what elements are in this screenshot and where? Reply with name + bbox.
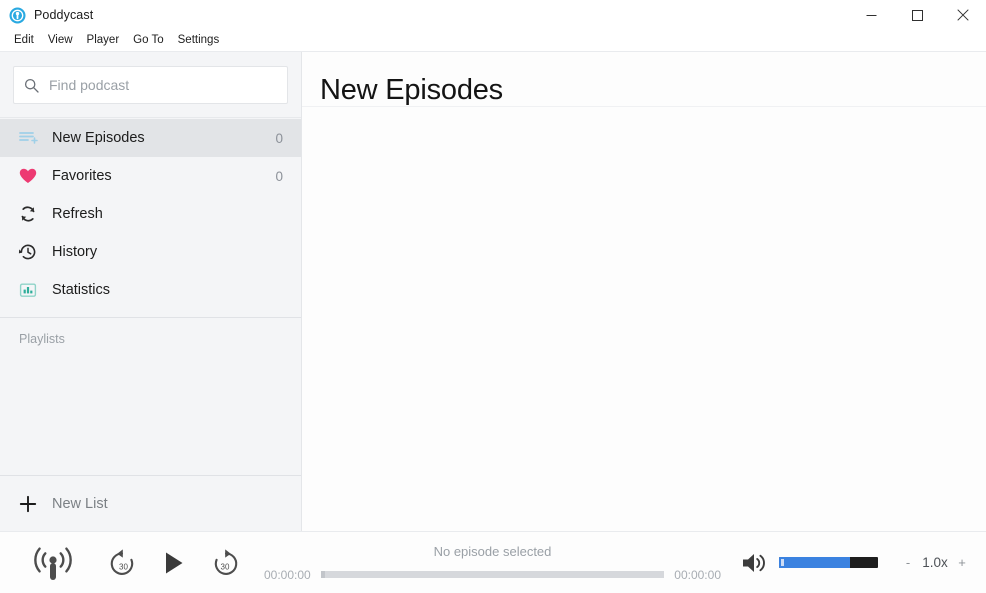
- app-window: Poddycast Edit View Player Go To Setting…: [0, 0, 986, 593]
- body-area: New Episodes 0 Favorites 0: [0, 51, 986, 531]
- current-time: 00:00:00: [264, 567, 311, 582]
- close-button[interactable]: [940, 0, 986, 30]
- sidebar-item-label: Refresh: [52, 206, 103, 222]
- page-title: New Episodes: [320, 74, 503, 106]
- speed-value: 1.0x: [922, 555, 948, 570]
- total-time: 00:00:00: [674, 567, 721, 582]
- playlists-title: Playlists: [19, 332, 65, 346]
- track-area: No episode selected 00:00:00 00:00:00: [264, 541, 721, 585]
- progress-slider[interactable]: [320, 571, 665, 578]
- title-bar: Poddycast: [0, 0, 986, 30]
- refresh-icon: [17, 203, 39, 225]
- main-content: New Episodes: [302, 52, 986, 531]
- playback-speed-control: - 1.0x +: [900, 555, 970, 570]
- bar-chart-icon: [17, 279, 39, 301]
- track-title: No episode selected: [433, 543, 552, 559]
- menu-item-edit[interactable]: Edit: [7, 30, 41, 51]
- sidebar-item-label: New Episodes: [52, 130, 145, 146]
- progress-knob[interactable]: [320, 571, 325, 578]
- sidebar-item-new-episodes[interactable]: New Episodes 0: [0, 119, 301, 157]
- menu-item-settings[interactable]: Settings: [171, 30, 227, 51]
- speed-decrease-button[interactable]: -: [900, 555, 916, 570]
- heart-icon: [17, 165, 39, 187]
- sidebar-item-label: History: [52, 244, 98, 260]
- search-input[interactable]: [49, 77, 277, 93]
- track-progress-row: 00:00:00 00:00:00: [264, 568, 721, 582]
- playlists-section: Playlists: [0, 317, 301, 475]
- replay-30-icon[interactable]: 30: [102, 548, 142, 578]
- search-box[interactable]: [13, 66, 288, 104]
- sidebar-item-history[interactable]: History: [0, 233, 301, 271]
- menu-item-view[interactable]: View: [41, 30, 80, 51]
- content-header: New Episodes: [302, 52, 986, 107]
- sidebar-item-refresh[interactable]: Refresh: [0, 195, 301, 233]
- menu-bar: Edit View Player Go To Settings: [0, 30, 986, 51]
- minimize-button[interactable]: [848, 0, 894, 30]
- player-bar: 30 30 No episode selected 00:00:00 00:00…: [0, 531, 986, 593]
- play-icon[interactable]: [154, 551, 194, 575]
- search-container: [0, 52, 301, 117]
- sidebar-item-count: 0: [275, 168, 283, 184]
- sidebar-item-count: 0: [275, 130, 283, 146]
- sidebar: New Episodes 0 Favorites 0: [0, 52, 302, 531]
- sidebar-item-label: Favorites: [52, 168, 112, 184]
- volume-area: [739, 551, 878, 575]
- menu-item-player[interactable]: Player: [80, 30, 127, 51]
- history-clock-icon: [17, 241, 39, 263]
- speed-increase-button[interactable]: +: [954, 555, 970, 570]
- episode-list-empty: [302, 107, 986, 531]
- svg-text:30: 30: [119, 562, 128, 571]
- poddycast-logo-icon: [9, 7, 26, 24]
- volume-fill: [779, 557, 851, 568]
- sidebar-item-favorites[interactable]: Favorites 0: [0, 157, 301, 195]
- menu-item-go-to[interactable]: Go To: [126, 30, 170, 51]
- svg-text:30: 30: [221, 562, 230, 571]
- window-title: Poddycast: [34, 8, 94, 22]
- sidebar-item-statistics[interactable]: Statistics: [0, 271, 301, 309]
- list-plus-icon: [17, 127, 39, 149]
- volume-slider[interactable]: [779, 557, 878, 568]
- maximize-button[interactable]: [894, 0, 940, 30]
- forward-30-icon[interactable]: 30: [206, 548, 246, 578]
- search-icon: [24, 78, 39, 93]
- podcast-broadcast-icon[interactable]: [26, 542, 80, 584]
- plus-icon: [17, 493, 39, 515]
- new-list-label: New List: [52, 495, 108, 512]
- sidebar-item-label: Statistics: [52, 282, 111, 298]
- window-controls: [848, 0, 986, 30]
- volume-on-icon[interactable]: [739, 551, 769, 575]
- sidebar-nav-list: New Episodes 0 Favorites 0 Refresh Histo…: [0, 117, 301, 309]
- new-list-button[interactable]: New List: [0, 475, 301, 531]
